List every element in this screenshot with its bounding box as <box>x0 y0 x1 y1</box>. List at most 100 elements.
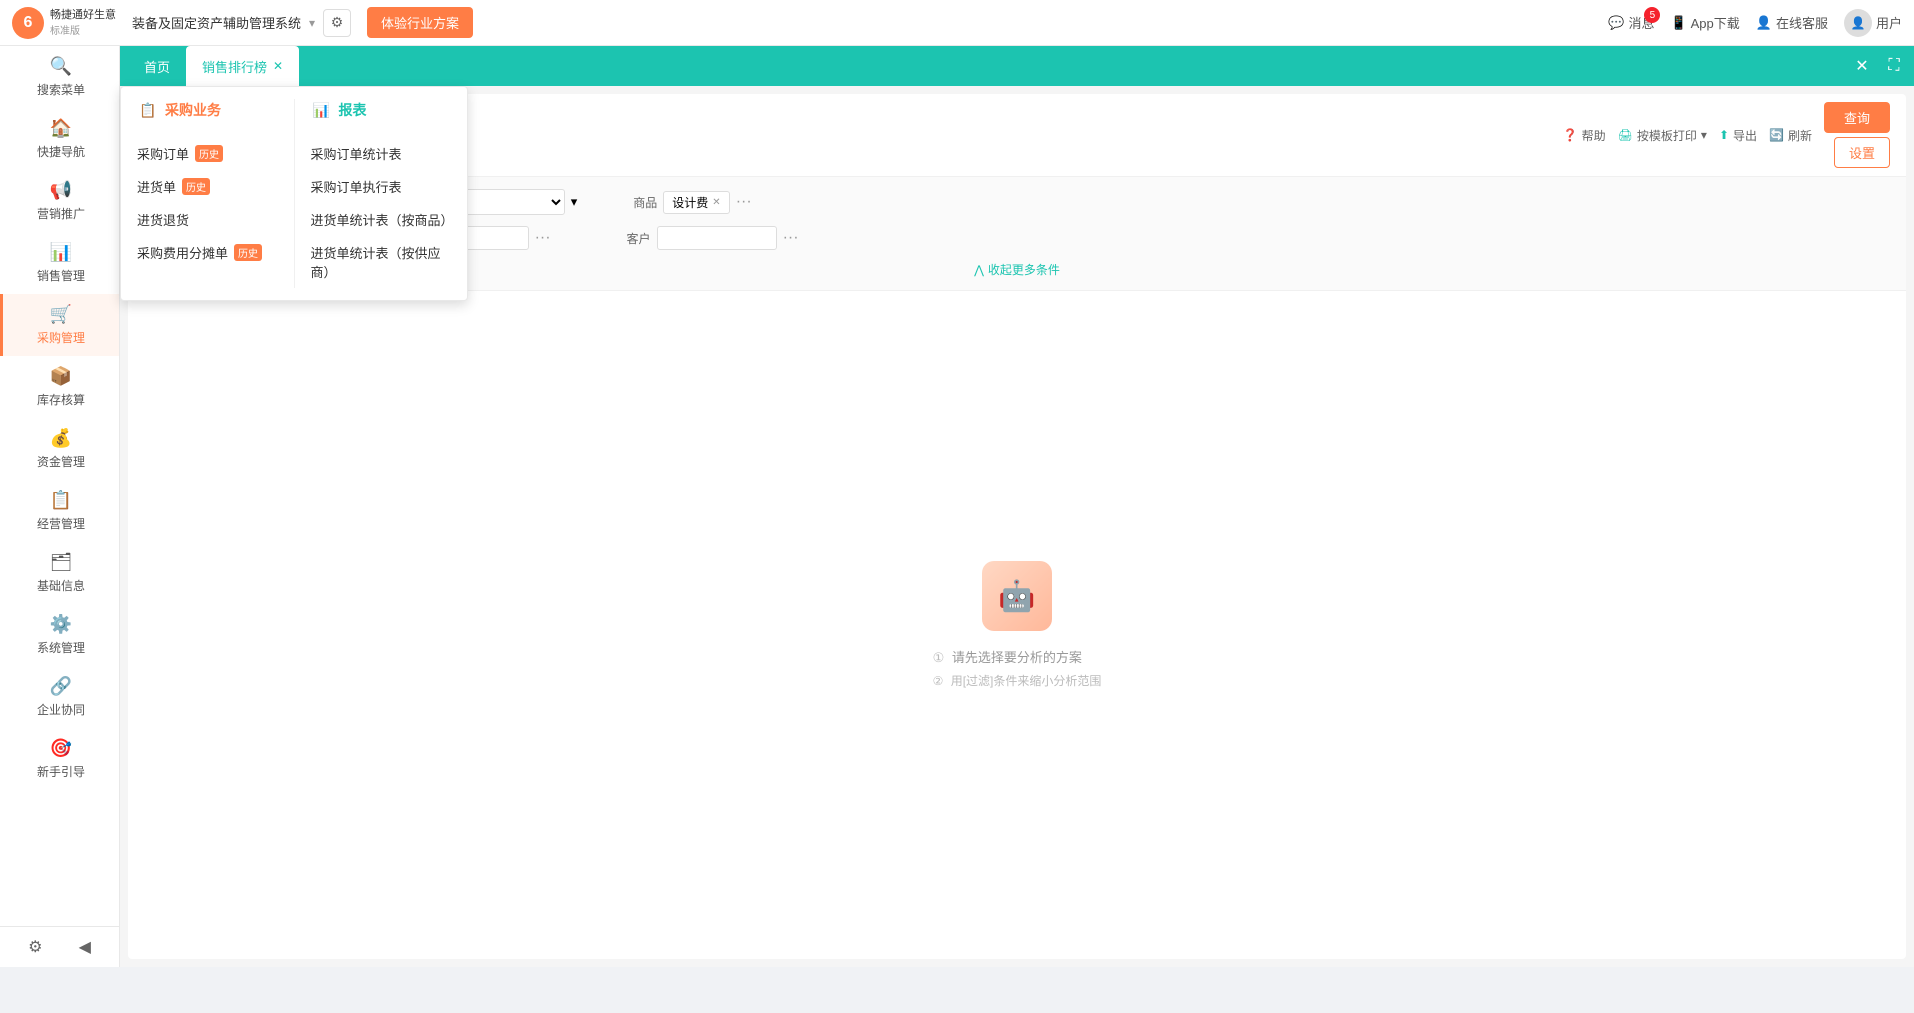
sidebar: 🔍 搜索菜单 🏠 快捷导航 📢 营销推广 📊 销售管理 🛒 采购管理 📦 库存核… <box>0 46 120 967</box>
menu-item-order-stats[interactable]: 采购订单统计表 <box>311 137 452 170</box>
sidebar-item-search-menu[interactable]: 🔍 搜索菜单 <box>0 46 119 108</box>
sidebar-item-enterprise[interactable]: 🔗 企业协同 <box>0 666 119 728</box>
goods-tag: 设计费 ✕ <box>663 191 729 214</box>
guide-icon: 🎯 <box>50 738 72 759</box>
purchase-report-title: 📊 报表 <box>311 99 452 127</box>
print-icon: 🖨 <box>1618 128 1633 142</box>
sidebar-item-label: 采购管理 <box>37 329 85 346</box>
tab-close-icon[interactable]: ✕ <box>273 59 283 73</box>
empty-line1: ① 请先选择要分析的方案 <box>933 647 1102 666</box>
menu-item-purchase-order[interactable]: 采购订单 历史 <box>137 137 278 170</box>
export-button[interactable]: ⬆ 导出 <box>1719 127 1757 144</box>
menu-sections: 📋 采购业务 采购订单 历史 进货单 历史 进货退货 采购费用分摊单 历史 📊 <box>121 99 467 288</box>
service-icon: 👤 <box>1756 15 1772 31</box>
home-icon: 🏠 <box>50 118 72 139</box>
sidebar-item-label: 库存核算 <box>37 391 85 408</box>
message-icon: 💬 <box>1608 15 1624 31</box>
sidebar-item-label: 资金管理 <box>37 453 85 470</box>
logo-icon: 6 <box>12 7 44 39</box>
sidebar-item-label: 销售管理 <box>37 267 85 284</box>
inventory-icon: 📦 <box>50 366 72 387</box>
sidebar-item-system-mgmt[interactable]: ⚙️ 系统管理 <box>0 604 119 666</box>
sidebar-item-guide[interactable]: 🎯 新手引导 <box>0 728 119 790</box>
sidebar-item-purchase-mgmt[interactable]: 🛒 采购管理 <box>0 294 119 356</box>
purchase-icon: 🛒 <box>50 304 72 325</box>
message-button[interactable]: 💬 消息 5 <box>1608 13 1654 32</box>
tab-expand-button[interactable]: ⛶ <box>1882 54 1906 78</box>
purchase-section-icon: 📋 <box>137 99 159 121</box>
history-badge-expense: 历史 <box>234 244 262 261</box>
sidebar-item-label: 营销推广 <box>37 205 85 222</box>
sidebar-item-inventory[interactable]: 📦 库存核算 <box>0 356 119 418</box>
sidebar-item-label: 企业协同 <box>37 701 85 718</box>
customer-more-icon[interactable]: ··· <box>783 229 799 247</box>
logo-sub: 标准版 <box>50 22 116 37</box>
menu-item-receipt-stats-supplier[interactable]: 进货单统计表（按供应商） <box>311 236 452 288</box>
history-badge-purchase-order: 历史 <box>195 145 223 162</box>
enterprise-icon: 🔗 <box>50 676 72 697</box>
empty-illustration: 🤖 <box>982 561 1052 631</box>
sidebar-collapse-icon[interactable]: ◀ <box>79 937 91 957</box>
tab-bar: 首页 销售排行榜 ✕ ✕ ⛶ <box>120 46 1914 86</box>
customer-input[interactable] <box>657 226 777 250</box>
sidebar-item-marketing[interactable]: 📢 营销推广 <box>0 170 119 232</box>
help-button[interactable]: ❓ 帮助 <box>1563 127 1606 144</box>
industry-solution-button[interactable]: 体验行业方案 <box>367 7 473 38</box>
bill-status-select[interactable] <box>465 189 565 215</box>
operation-icon: 📋 <box>50 490 72 511</box>
purchase-report-section: 📊 报表 采购订单统计表 采购订单执行表 进货单统计表（按商品） 进货单统计表（… <box>294 99 468 288</box>
logo-area: 6 畅捷通好生意 标准版 <box>12 7 132 39</box>
tab-sales-rank[interactable]: 销售排行榜 ✕ <box>186 46 299 86</box>
tab-close-button[interactable]: ✕ <box>1850 54 1874 78</box>
settings-button[interactable]: 设置 <box>1834 137 1890 168</box>
logo-text: 畅捷通好生意 <box>50 8 116 22</box>
empty-state: 🤖 ① 请先选择要分析的方案 ② 用[过滤]条件来缩小分析范围 <box>128 291 1906 959</box>
refresh-icon: 🔄 <box>1769 128 1784 142</box>
report-section-icon: 📊 <box>311 99 333 121</box>
user-area[interactable]: 👤 用户 <box>1844 9 1902 37</box>
tab-home[interactable]: 首页 <box>128 46 186 86</box>
sidebar-item-finance[interactable]: 💰 资金管理 <box>0 418 119 480</box>
sidebar-settings-icon[interactable]: ⚙ <box>28 937 42 957</box>
sidebar-item-label: 新手引导 <box>37 763 85 780</box>
salesman-more-icon[interactable]: ··· <box>535 229 551 247</box>
system-icon: ⚙️ <box>50 614 72 635</box>
help-icon: ❓ <box>1563 128 1578 142</box>
sidebar-item-label: 搜索菜单 <box>37 81 85 98</box>
sidebar-item-quick-nav[interactable]: 🏠 快捷导航 <box>0 108 119 170</box>
sidebar-item-basic-info[interactable]: 🗂 基础信息 <box>0 542 119 604</box>
menu-item-purchase-receipt[interactable]: 进货单 历史 <box>137 170 278 203</box>
purchase-dropdown-menu: 📋 采购业务 采购订单 历史 进货单 历史 进货退货 采购费用分摊单 历史 📊 <box>120 86 468 301</box>
app-download-button[interactable]: 📱 App下载 <box>1670 13 1739 32</box>
finance-icon: 💰 <box>50 428 72 449</box>
print-button[interactable]: 🖨 按模板打印 ▾ <box>1618 127 1707 144</box>
menu-item-purchase-return[interactable]: 进货退货 <box>137 203 278 236</box>
system-settings-button[interactable]: ⚙ <box>323 9 351 37</box>
query-button[interactable]: 查询 <box>1824 102 1890 133</box>
refresh-button[interactable]: 🔄 刷新 <box>1769 127 1812 144</box>
goods-filter: 商品 设计费 ✕ ··· <box>633 191 751 214</box>
menu-item-purchase-expense[interactable]: 采购费用分摊单 历史 <box>137 236 278 269</box>
purchase-business-section: 📋 采购业务 采购订单 历史 进货单 历史 进货退货 采购费用分摊单 历史 <box>121 99 294 288</box>
sidebar-item-label: 系统管理 <box>37 639 85 656</box>
collapse-icon: ⋀ <box>974 263 984 277</box>
avatar: 👤 <box>1844 9 1872 37</box>
online-service-button[interactable]: 👤 在线客服 <box>1756 13 1828 32</box>
basic-info-icon: 🗂 <box>50 552 73 573</box>
sidebar-item-label: 经营管理 <box>37 515 85 532</box>
sidebar-item-sales-mgmt[interactable]: 📊 销售管理 <box>0 232 119 294</box>
menu-item-receipt-stats-goods[interactable]: 进货单统计表（按商品） <box>311 203 452 236</box>
goods-tag-close[interactable]: ✕ <box>712 197 720 208</box>
menu-item-order-exec[interactable]: 采购订单执行表 <box>311 170 452 203</box>
sidebar-item-operation[interactable]: 📋 经营管理 <box>0 480 119 542</box>
system-title: 装备及固定资产辅助管理系统 <box>132 13 301 32</box>
top-right-area: 💬 消息 5 📱 App下载 👤 在线客服 👤 用户 <box>1608 9 1902 37</box>
bill-status-dropdown-icon: ▾ <box>571 194 578 210</box>
sidebar-item-label: 快捷导航 <box>37 143 85 160</box>
system-title-dropdown-icon[interactable]: ▾ <box>309 16 315 30</box>
goods-more-icon[interactable]: ··· <box>736 193 752 211</box>
system-title-area: 装备及固定资产辅助管理系统 ▾ ⚙ 体验行业方案 <box>132 7 1608 38</box>
app-icon: 📱 <box>1670 15 1686 31</box>
customer-filter: 客户 ··· <box>627 226 799 250</box>
sidebar-item-label: 基础信息 <box>37 577 85 594</box>
